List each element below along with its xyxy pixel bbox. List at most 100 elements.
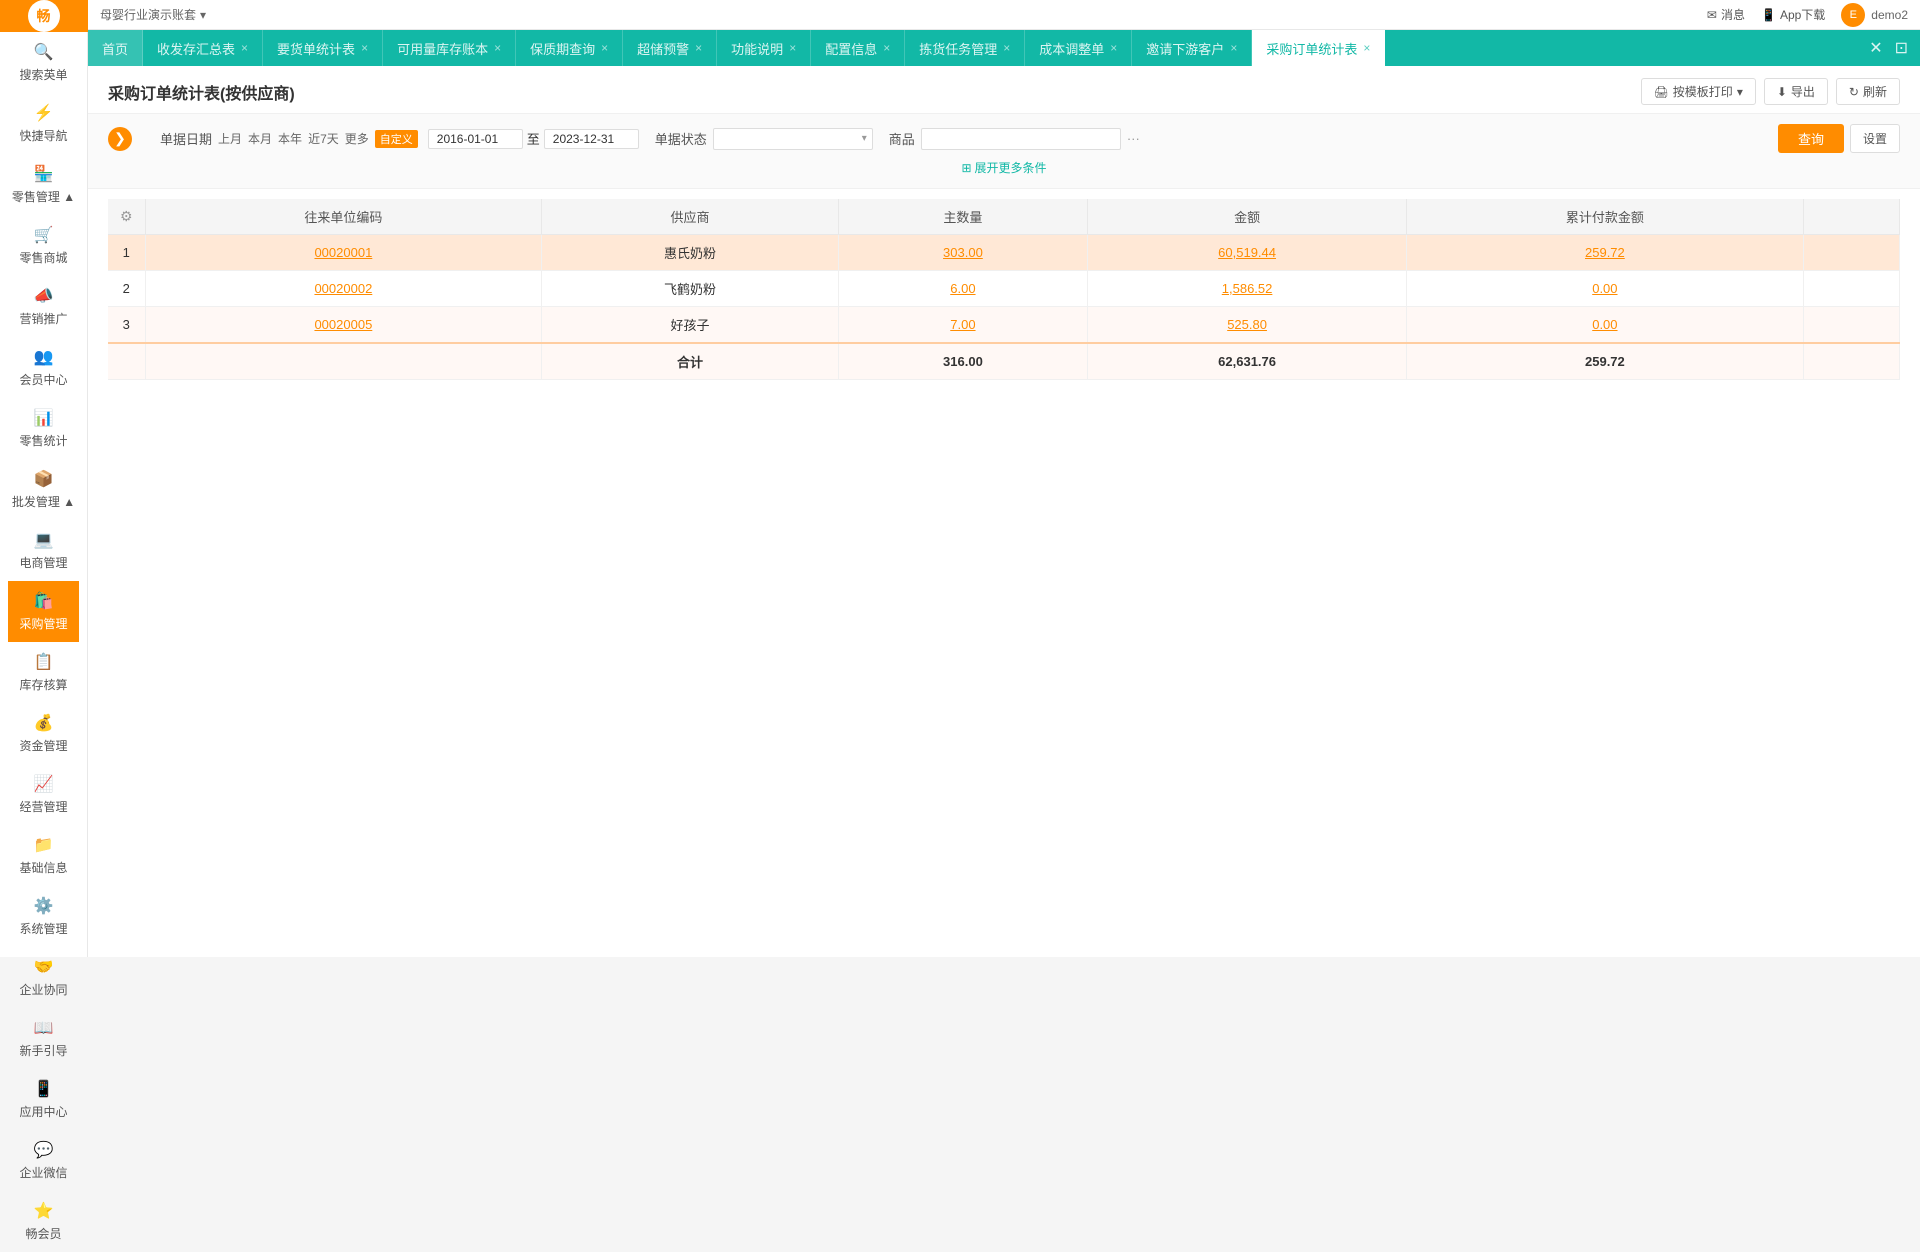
tab-close-invite[interactable]: × bbox=[1230, 42, 1237, 54]
row-amount-2[interactable]: 525.80 bbox=[1088, 307, 1407, 344]
logo-icon: 畅 bbox=[28, 0, 60, 32]
tab-receive[interactable]: 收发存汇总表× bbox=[143, 30, 263, 66]
tab-close-purchase[interactable]: × bbox=[1363, 42, 1370, 54]
date-from-input[interactable] bbox=[428, 129, 523, 149]
workspace-selector[interactable]: 母婴行业演示账套 ▾ bbox=[100, 6, 206, 23]
tab-purchase[interactable]: 采购订单统计表× bbox=[1252, 30, 1385, 66]
sidebar-item-finance[interactable]: 💰资金管理 bbox=[8, 703, 79, 764]
last-month-btn[interactable]: 上月 bbox=[218, 130, 242, 147]
tab-close-demand[interactable]: × bbox=[361, 42, 368, 54]
row-extra-2 bbox=[1803, 307, 1899, 344]
maximize-tab-button[interactable]: ⊡ bbox=[1891, 38, 1912, 58]
col-paid-header: 累计付款金额 bbox=[1407, 199, 1804, 235]
sidebar-item-wechat[interactable]: 💬企业微信 bbox=[8, 1130, 79, 1191]
row-paid-0[interactable]: 259.72 bbox=[1407, 235, 1804, 271]
print-dropdown-icon: ▾ bbox=[1737, 85, 1743, 99]
sidebar-item-member[interactable]: 👥会员中心 bbox=[8, 337, 79, 398]
this-year-btn[interactable]: 本年 bbox=[278, 130, 302, 147]
tab-label-costadj: 成本调整单 bbox=[1039, 39, 1104, 58]
export-button[interactable]: ⬇ 导出 bbox=[1764, 78, 1828, 105]
refresh-button[interactable]: ↻ 刷新 bbox=[1836, 78, 1900, 105]
sidebar-item-enterprise[interactable]: 🤝企业协同 bbox=[8, 947, 79, 1008]
wholesale-icon: 📦 bbox=[34, 469, 54, 489]
sidebar-item-newguide[interactable]: 📖新手引导 bbox=[8, 1008, 79, 1069]
row-code-1[interactable]: 00020002 bbox=[145, 271, 542, 307]
tab-label-home: 首页 bbox=[102, 39, 128, 58]
query-button[interactable]: 查询 bbox=[1778, 124, 1844, 153]
col-qty-header: 主数量 bbox=[838, 199, 1087, 235]
tab-overstock[interactable]: 超储预警 × bbox=[623, 30, 717, 66]
sidebar-item-basic[interactable]: 📁基础信息 bbox=[8, 825, 79, 886]
tab-home[interactable]: 首页 bbox=[88, 30, 143, 66]
tab-invite[interactable]: 邀请下游客户× bbox=[1132, 30, 1252, 66]
sidebar-item-retail[interactable]: 🏪零售管理 ▲ bbox=[8, 154, 79, 215]
goods-input[interactable] bbox=[921, 128, 1121, 150]
sidebar-item-retailstat[interactable]: 📊零售统计 bbox=[8, 398, 79, 459]
tab-close-receive[interactable]: × bbox=[241, 42, 248, 54]
tab-close-funcdes[interactable]: × bbox=[789, 42, 796, 54]
status-select-wrap bbox=[713, 128, 873, 150]
tab-close-pickjob[interactable]: × bbox=[1003, 42, 1010, 54]
status-filter: 单据状态 bbox=[655, 128, 873, 150]
row-amount-1[interactable]: 1,586.52 bbox=[1088, 271, 1407, 307]
tab-available[interactable]: 可用量库存账本× bbox=[383, 30, 516, 66]
total-label-cell bbox=[145, 343, 542, 380]
tab-close-config[interactable]: × bbox=[883, 42, 890, 54]
row-extra-1 bbox=[1803, 271, 1899, 307]
toggle-filter-button[interactable]: ❯ bbox=[108, 127, 132, 151]
ecommerce-icon: 💻 bbox=[34, 530, 54, 550]
tab-costadj[interactable]: 成本调整单 × bbox=[1025, 30, 1132, 66]
row-qty-2[interactable]: 7.00 bbox=[838, 307, 1087, 344]
tab-label-overstock: 超储预警 bbox=[637, 39, 689, 58]
sidebar-item-purchase[interactable]: 🛍️采购管理 bbox=[8, 581, 79, 642]
row-paid-1[interactable]: 0.00 bbox=[1407, 271, 1804, 307]
row-qty-0[interactable]: 303.00 bbox=[838, 235, 1087, 271]
col-amount-header: 金额 bbox=[1088, 199, 1407, 235]
sidebar-item-inventory[interactable]: 📋库存核算 bbox=[8, 642, 79, 703]
row-code-0[interactable]: 00020001 bbox=[145, 235, 542, 271]
more-dates-btn[interactable]: 更多 bbox=[345, 130, 369, 147]
tab-demand[interactable]: 要货单统计表× bbox=[263, 30, 383, 66]
row-paid-2[interactable]: 0.00 bbox=[1407, 307, 1804, 344]
app-download-button[interactable]: 📱 App下载 bbox=[1761, 6, 1825, 23]
sidebar-item-ecommerce[interactable]: 💻电商管理 bbox=[8, 520, 79, 581]
tab-close-expiry[interactable]: × bbox=[601, 42, 608, 54]
row-code-2[interactable]: 00020005 bbox=[145, 307, 542, 344]
goods-more-btn[interactable]: ··· bbox=[1127, 131, 1140, 146]
user-menu[interactable]: E demo2 bbox=[1841, 3, 1908, 27]
this-month-btn[interactable]: 本月 bbox=[248, 130, 272, 147]
sidebar-item-vip[interactable]: ⭐畅会员 bbox=[8, 1191, 79, 1252]
settings-button[interactable]: 设置 bbox=[1850, 124, 1900, 153]
sidebar-item-retailmall[interactable]: 🛒零售商城 bbox=[8, 215, 79, 276]
message-button[interactable]: ✉ 消息 bbox=[1707, 6, 1745, 23]
close-tab-button[interactable]: ✕ bbox=[1865, 38, 1886, 58]
status-select[interactable] bbox=[713, 128, 873, 150]
sidebar-item-search[interactable]: 🔍搜索英单 bbox=[8, 32, 79, 93]
tab-config[interactable]: 配置信息× bbox=[811, 30, 905, 66]
tab-pickjob[interactable]: 拣货任务管理× bbox=[905, 30, 1025, 66]
sidebar-item-wholesale[interactable]: 📦批发管理 ▲ bbox=[8, 459, 79, 520]
sidebar-item-marketing[interactable]: 📣营销推广 bbox=[8, 276, 79, 337]
sidebar-item-quicknav[interactable]: ⚡快捷导航 bbox=[8, 93, 79, 154]
print-button[interactable]: 🖨 按模板打印 ▾ bbox=[1641, 78, 1756, 105]
sidebar-item-system[interactable]: ⚙️系统管理 bbox=[8, 886, 79, 947]
tab-close-costadj[interactable]: × bbox=[1110, 42, 1117, 54]
tab-expiry[interactable]: 保质期查询× bbox=[516, 30, 623, 66]
retailmall-icon: 🛒 bbox=[34, 225, 54, 245]
last7days-btn[interactable]: 近7天 bbox=[308, 130, 339, 147]
tab-funcdes[interactable]: 功能说明× bbox=[717, 30, 811, 66]
row-qty-1[interactable]: 6.00 bbox=[838, 271, 1087, 307]
row-amount-0[interactable]: 60,519.44 bbox=[1088, 235, 1407, 271]
sidebar-item-bizmanage[interactable]: 📈经营管理 bbox=[8, 764, 79, 825]
page-actions: 🖨 按模板打印 ▾ ⬇ 导出 ↻ 刷新 bbox=[1641, 78, 1900, 105]
table-container: ⚙ 往来单位编码 供应商 主数量 金额 累计付款金额 1 00020001 惠氏… bbox=[88, 199, 1920, 400]
sidebar-item-appcenter[interactable]: 📱应用中心 bbox=[8, 1069, 79, 1130]
tabbar: 首页收发存汇总表×要货单统计表×可用量库存账本×保质期查询×超储预警×功能说明×… bbox=[88, 30, 1920, 66]
tab-close-overstock[interactable]: × bbox=[695, 42, 702, 54]
tabbar-actions: ✕ ⊡ bbox=[1857, 38, 1920, 58]
column-settings-icon[interactable]: ⚙ bbox=[120, 208, 133, 225]
tab-close-available[interactable]: × bbox=[494, 42, 501, 54]
expand-filter-button[interactable]: ⊞ 展开更多条件 bbox=[961, 159, 1046, 176]
sidebar-item-label: 企业微信 bbox=[19, 1164, 67, 1181]
date-to-input[interactable] bbox=[544, 129, 639, 149]
